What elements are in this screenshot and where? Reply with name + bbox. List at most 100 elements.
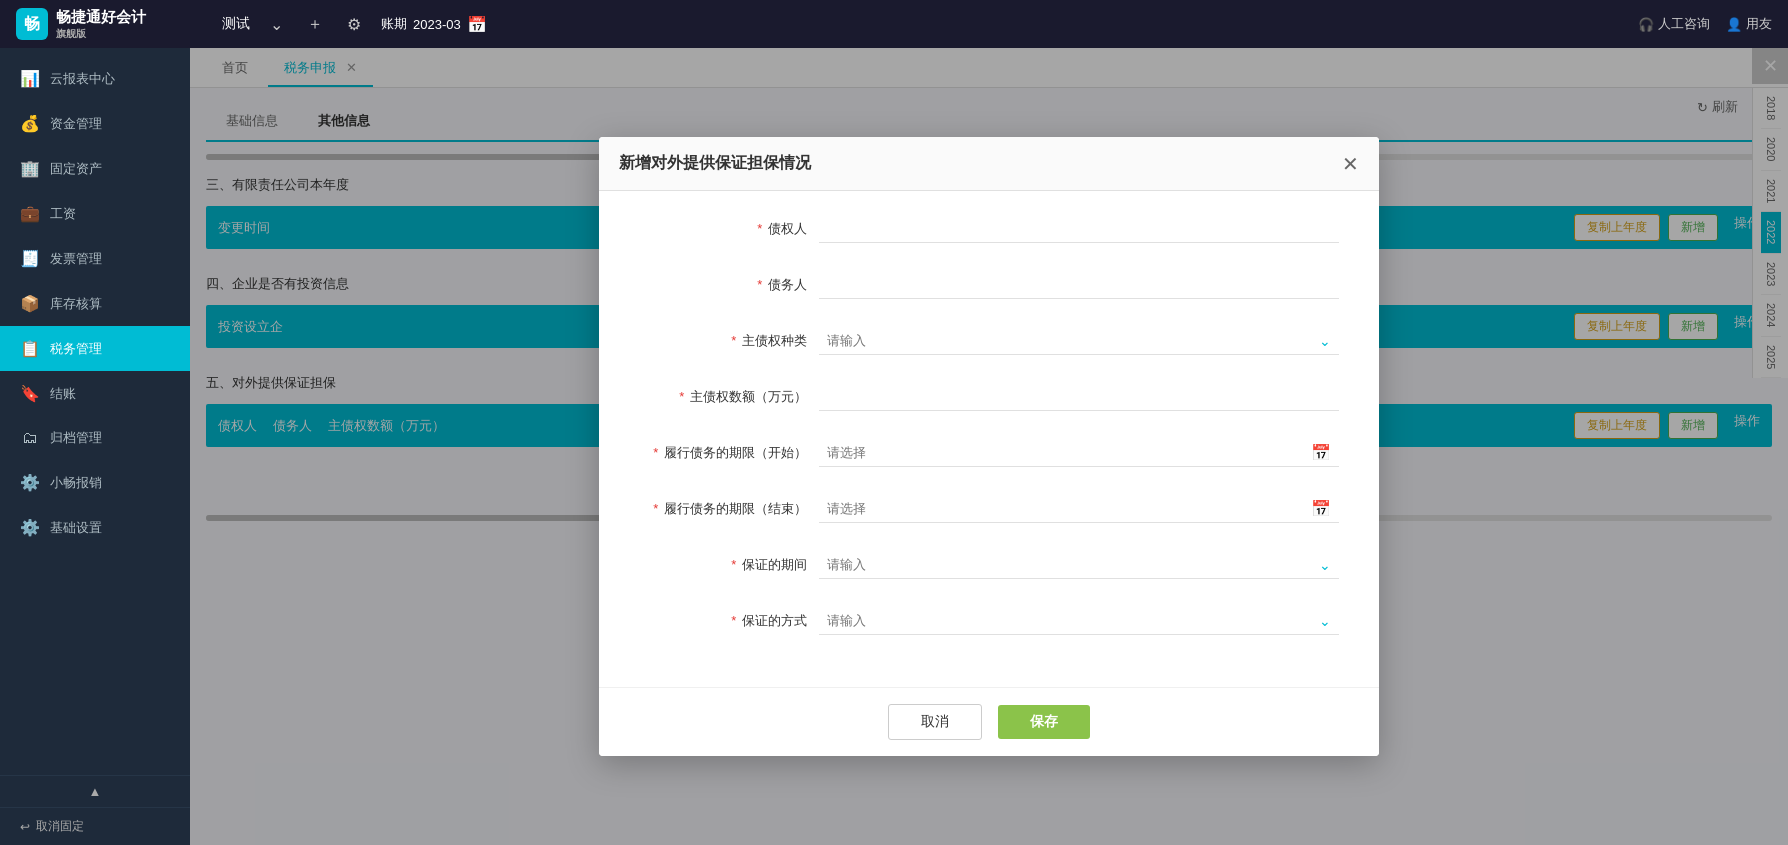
user-btn[interactable]: 👤 用友 (1726, 15, 1772, 33)
claim-type-dropdown-icon[interactable]: ⌄ (1319, 333, 1339, 349)
creditor-input[interactable] (819, 215, 1339, 243)
dialog-overlay: 新增对外提供保证担保情况 ✕ * 债权人 (190, 48, 1788, 845)
form-row-claim-type: * 主债权种类 ⌄ (639, 327, 1339, 355)
save-button[interactable]: 保存 (998, 705, 1090, 739)
claim-amount-input[interactable] (819, 383, 1339, 411)
period-value: 2023-03 (413, 17, 461, 32)
sidebar-label-settings: 基础设置 (50, 519, 102, 537)
period-end-input[interactable] (819, 495, 1311, 522)
guarantee-method-select-wrap: ⌄ (819, 607, 1339, 635)
period-start-date-wrap: 📅 (819, 439, 1339, 467)
guarantee-period-input[interactable] (819, 551, 1319, 578)
app-sub: 旗舰版 (56, 27, 146, 41)
tax-icon: 📋 (20, 339, 40, 358)
form-row-creditor: * 债权人 (639, 215, 1339, 243)
claim-amount-label: * 主债权数额（万元） (639, 388, 819, 406)
debtor-label: * 债务人 (639, 276, 819, 294)
sidebar-item-cloud-report[interactable]: 📊 云报表中心 (0, 56, 190, 101)
archive-icon: 🗂 (20, 429, 40, 447)
cloud-report-icon: 📊 (20, 69, 40, 88)
period-cal-icon[interactable]: 📅 (467, 15, 487, 34)
period-badge: 账期 2023-03 📅 (381, 15, 487, 34)
sidebar-scroll-up[interactable]: ▲ (0, 775, 190, 807)
settings-icon-btn[interactable]: ⚙ (343, 11, 365, 38)
claim-type-select-wrap: ⌄ (819, 327, 1339, 355)
sidebar-item-inventory[interactable]: 📦 库存核算 (0, 281, 190, 326)
settings-icon: ⚙️ (20, 518, 40, 537)
inventory-icon: 📦 (20, 294, 40, 313)
form-row-guarantee-period: * 保证的期间 ⌄ (639, 551, 1339, 579)
period-start-cal-icon[interactable]: 📅 (1311, 443, 1339, 462)
guarantee-period-select-wrap: ⌄ (819, 551, 1339, 579)
form-row-claim-amount: * 主债权数额（万元） (639, 383, 1339, 411)
invoice-icon: 🧾 (20, 249, 40, 268)
claim-type-label: * 主债权种类 (639, 332, 819, 350)
company-name: 测试 (222, 15, 250, 33)
settlement-icon: 🔖 (20, 384, 40, 403)
sidebar-item-fund[interactable]: 💰 资金管理 (0, 101, 190, 146)
undo-label: 取消固定 (36, 818, 84, 835)
guarantee-method-dropdown-icon[interactable]: ⌄ (1319, 613, 1339, 629)
guarantee-method-input[interactable] (819, 607, 1319, 634)
main-layout: 📊 云报表中心💰 资金管理🏢 固定资产💼 工资🧾 发票管理📦 库存核算📋 税务管… (0, 48, 1788, 845)
sidebar-label-fund: 资金管理 (50, 115, 102, 133)
user-icon: 👤 (1726, 17, 1742, 32)
dialog-title: 新增对外提供保证担保情况 (619, 153, 811, 174)
app-logo-icon: 畅 (16, 8, 48, 40)
sidebar-label-payroll: 工资 (50, 205, 76, 223)
period-end-cal-icon[interactable]: 📅 (1311, 499, 1339, 518)
top-center: 测试 ⌄ ＋ ⚙ 账期 2023-03 📅 (222, 10, 1622, 39)
period-start-label: * 履行债务的期限（开始） (639, 444, 819, 462)
sidebar-undo[interactable]: ↩ 取消固定 (0, 807, 190, 845)
sidebar-label-invoice: 发票管理 (50, 250, 102, 268)
sidebar-item-settings[interactable]: ⚙️ 基础设置 (0, 505, 190, 550)
sidebar-item-invoice[interactable]: 🧾 发票管理 (0, 236, 190, 281)
sidebar-label-cloud-report: 云报表中心 (50, 70, 115, 88)
period-end-label: * 履行债务的期限（结束） (639, 500, 819, 518)
payroll-icon: 💼 (20, 204, 40, 223)
sidebar-item-settlement[interactable]: 🔖 结账 (0, 371, 190, 416)
form-row-period-start: * 履行债务的期限（开始） 📅 (639, 439, 1339, 467)
form-row-guarantee-method: * 保证的方式 ⌄ (639, 607, 1339, 635)
sidebar-label-tax: 税务管理 (50, 340, 102, 358)
period-end-date-wrap: 📅 (819, 495, 1339, 523)
cancel-button[interactable]: 取消 (888, 704, 982, 740)
fund-icon: 💰 (20, 114, 40, 133)
sidebar-label-inventory: 库存核算 (50, 295, 102, 313)
fixed-assets-icon: 🏢 (20, 159, 40, 178)
headset-icon: 🎧 (1638, 17, 1654, 32)
app-logo-text: 畅捷通好会计 旗舰版 (56, 8, 146, 41)
debtor-input[interactable] (819, 271, 1339, 299)
sidebar-item-payroll[interactable]: 💼 工资 (0, 191, 190, 236)
claim-type-input[interactable] (819, 327, 1319, 354)
add-btn[interactable]: ＋ (303, 10, 327, 39)
guarantee-period-label: * 保证的期间 (639, 556, 819, 574)
dialog-body: * 债权人 * 债务人 (599, 191, 1379, 687)
top-right: 🎧 人工咨询 👤 用友 (1638, 15, 1772, 33)
dialog-footer: 取消 保存 (599, 687, 1379, 756)
sidebar-item-archive[interactable]: 🗂 归档管理 (0, 416, 190, 460)
support-btn[interactable]: 🎧 人工咨询 (1638, 15, 1710, 33)
dialog-header: 新增对外提供保证担保情况 ✕ (599, 137, 1379, 191)
creditor-label: * 债权人 (639, 220, 819, 238)
undo-icon: ↩ (20, 820, 30, 834)
content-area: ✕ 首页 税务申报 ✕ ↻ 刷新 基础信息 (190, 48, 1788, 845)
sidebar: 📊 云报表中心💰 资金管理🏢 固定资产💼 工资🧾 发票管理📦 库存核算📋 税务管… (0, 48, 190, 845)
sidebar-items: 📊 云报表中心💰 资金管理🏢 固定资产💼 工资🧾 发票管理📦 库存核算📋 税务管… (0, 56, 190, 550)
sidebar-label-settlement: 结账 (50, 385, 76, 403)
sidebar-item-tax[interactable]: 📋 税务管理 (0, 326, 190, 371)
form-row-debtor: * 债务人 (639, 271, 1339, 299)
dialog-close-btn[interactable]: ✕ (1342, 154, 1359, 174)
sidebar-label-expense: 小畅报销 (50, 474, 102, 492)
form-row-period-end: * 履行债务的期限（结束） 📅 (639, 495, 1339, 523)
sidebar-item-fixed-assets[interactable]: 🏢 固定资产 (0, 146, 190, 191)
company-dropdown-btn[interactable]: ⌄ (266, 11, 287, 38)
sidebar-label-archive: 归档管理 (50, 429, 102, 447)
period-start-input[interactable] (819, 439, 1311, 466)
app-name: 畅捷通好会计 (56, 8, 146, 27)
guarantee-method-label: * 保证的方式 (639, 612, 819, 630)
logo-area: 畅 畅捷通好会计 旗舰版 (16, 8, 206, 41)
sidebar-item-expense[interactable]: ⚙️ 小畅报销 (0, 460, 190, 505)
top-bar: 畅 畅捷通好会计 旗舰版 测试 ⌄ ＋ ⚙ 账期 2023-03 📅 🎧 人工咨… (0, 0, 1788, 48)
guarantee-period-dropdown-icon[interactable]: ⌄ (1319, 557, 1339, 573)
